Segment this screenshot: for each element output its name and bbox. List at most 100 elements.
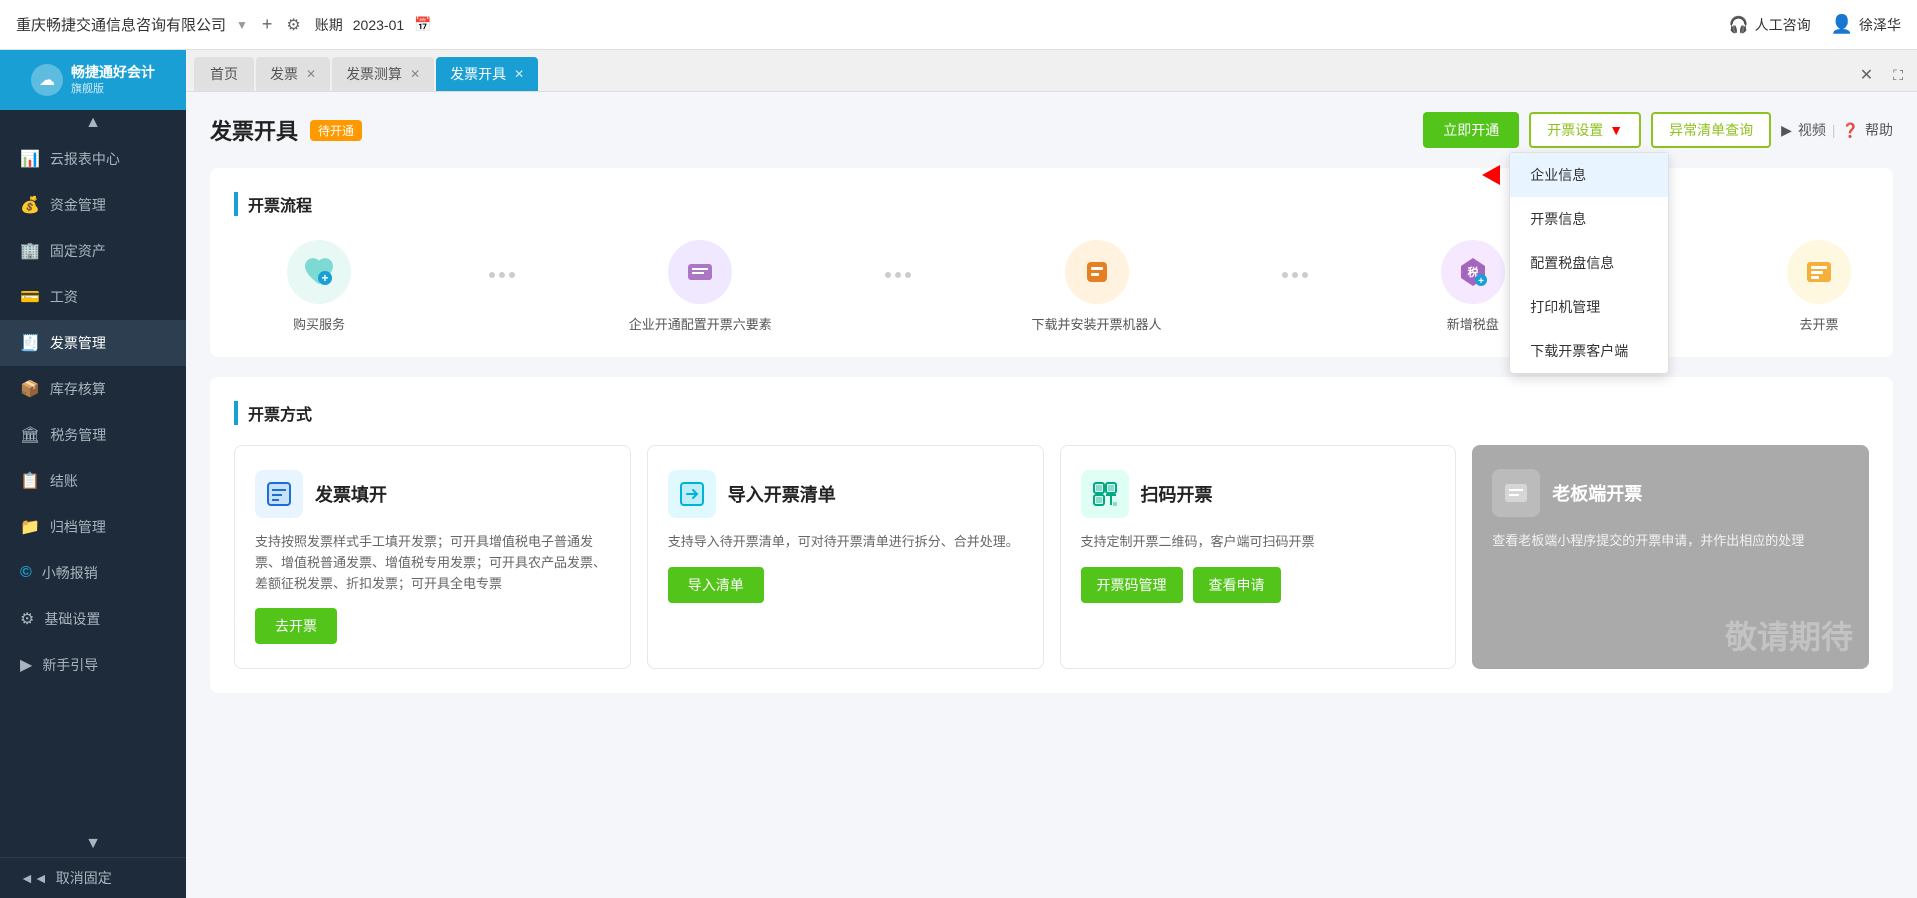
archive-icon: 📁	[20, 517, 40, 537]
abnormal-list-btn[interactable]: 异常清单查询	[1651, 112, 1771, 148]
flow-connector-1	[384, 272, 620, 278]
logo-sub: 旗舰版	[71, 80, 155, 96]
tab-invoice-calc-close[interactable]: ✕	[410, 67, 420, 81]
dropdown-item-company-info[interactable]: 企业信息	[1510, 153, 1668, 197]
red-arrow-icon	[1482, 165, 1500, 185]
settings-btn[interactable]: 开票设置 ▼	[1529, 112, 1641, 148]
topbar-right: 🎧 人工咨询 👤 徐泽华	[1729, 14, 1901, 35]
flow-icon-5	[1787, 240, 1851, 304]
tab-invoice-issue-close[interactable]: ✕	[514, 67, 524, 81]
help-btn[interactable]: 帮助	[1865, 120, 1893, 140]
method-manual-title: 发票填开	[315, 481, 387, 507]
user-avatar-icon: 👤	[1831, 14, 1853, 35]
settings-dropdown-menu: 企业信息 开票信息 配置税盘信息 打印机管理	[1509, 152, 1669, 374]
tab-invoice-issue[interactable]: 发票开具 ✕	[436, 57, 538, 91]
method-manual-desc: 支持按照发票样式手工填开发票；可开具增值税电子普通发票、增值税普通发票、增值税专…	[255, 532, 610, 594]
play-icon[interactable]: ▶	[1781, 122, 1792, 139]
method-import-btn[interactable]: 导入清单	[668, 567, 764, 603]
page-title: 发票开具	[210, 114, 298, 146]
calendar-icon[interactable]: 📅	[414, 16, 431, 33]
method-scan-header: 扫码开票	[1081, 470, 1436, 518]
flow-icon-2	[668, 240, 732, 304]
activate-btn[interactable]: 立即开通	[1423, 112, 1519, 148]
flow-connector-3	[1177, 272, 1413, 278]
methods-section-title: 开票方式	[234, 401, 1869, 425]
topbar-settings-icon[interactable]: ⚙	[286, 15, 300, 35]
sidebar-scroll-down[interactable]: ▼	[0, 831, 186, 857]
company-dropdown-icon[interactable]: ▼	[236, 18, 248, 32]
sidebar-item-tax-mgmt[interactable]: 🏛 税务管理	[0, 412, 186, 458]
dropdown-item-printer-mgmt[interactable]: 打印机管理	[1510, 285, 1668, 329]
flow-step-3: 下载并安装开票机器人	[1017, 240, 1177, 333]
tab-invoice[interactable]: 发票 ✕	[256, 57, 330, 91]
method-import-title: 导入开票清单	[728, 481, 836, 507]
method-scan-btn2[interactable]: 查看申请	[1193, 567, 1281, 603]
tab-invoice-close[interactable]: ✕	[306, 67, 316, 81]
method-scan-icon	[1081, 470, 1129, 518]
page-header: 发票开具 待开通 立即开通 开票设置 ▼	[210, 112, 1893, 148]
content-area: 首页 发票 ✕ 发票测算 ✕ 发票开具 ✕ ✕ ⛶	[186, 50, 1917, 898]
methods-grid: 发票填开 支持按照发票样式手工填开发票；可开具增值税电子普通发票、增值税普通发票…	[234, 445, 1869, 669]
page-title-row: 发票开具 待开通	[210, 114, 362, 146]
tab-home[interactable]: 首页	[194, 57, 254, 91]
method-manual-btn[interactable]: 去开票	[255, 608, 337, 644]
company-name[interactable]: 重庆畅捷交通信息咨询有限公司	[16, 14, 226, 35]
method-card-manual: 发票填开 支持按照发票样式手工填开发票；可开具增值税电子普通发票、增值税普通发票…	[234, 445, 631, 669]
page-content: 发票开具 待开通 立即开通 开票设置 ▼	[186, 92, 1917, 898]
method-boss-title: 老板端开票	[1552, 480, 1642, 506]
page-actions: 立即开通 开票设置 ▼ 企业信息	[1423, 112, 1893, 148]
sidebar-item-basic-settings[interactable]: ⚙ 基础设置	[0, 596, 186, 642]
flow-connector-2	[780, 272, 1016, 278]
help-links: ▶ 视频 | ❓ 帮助	[1781, 120, 1893, 140]
method-card-boss: 老板端开票 查看老板端小程序提交的开票申请，并作出相应的处理 敬请期待	[1472, 445, 1869, 669]
support-btn[interactable]: 🎧 人工咨询	[1729, 15, 1811, 35]
method-manual-icon	[255, 470, 303, 518]
settings-dropdown-container: 开票设置 ▼ 企业信息	[1529, 112, 1641, 148]
sidebar-scroll-up[interactable]: ▲	[0, 110, 186, 136]
method-scan-btn1[interactable]: 开票码管理	[1081, 567, 1183, 603]
settlement-icon: 📋	[20, 471, 40, 491]
sidebar-item-cloud-report[interactable]: 📊 云报表中心	[0, 136, 186, 182]
method-boss-icon	[1492, 469, 1540, 517]
method-scan-desc: 支持定制开票二维码，客户端可扫码开票	[1081, 532, 1436, 553]
topbar-add-icon[interactable]: +	[258, 14, 277, 35]
sidebar-item-invoice-mgmt[interactable]: 🧾 发票管理	[0, 320, 186, 366]
method-import-desc: 支持导入待开票清单，可对待开票清单进行拆分、合并处理。	[668, 532, 1023, 553]
dropdown-item-invoice-info[interactable]: 开票信息	[1510, 197, 1668, 241]
expand-tab-btn[interactable]: ⛶	[1887, 65, 1909, 86]
tax-icon: 🏛	[20, 425, 40, 445]
sidebar-item-fixed-assets[interactable]: 🏢 固定资产	[0, 228, 186, 274]
sidebar-item-archive[interactable]: 📁 归档管理	[0, 504, 186, 550]
tab-invoice-calc[interactable]: 发票测算 ✕	[332, 57, 434, 91]
method-scan-title: 扫码开票	[1141, 481, 1213, 507]
flow-step-2: 企业开通配置开票六要素	[620, 240, 780, 333]
method-card-scan: 扫码开票 支持定制开票二维码，客户端可扫码开票 开票码管理 查看申请	[1060, 445, 1457, 669]
sidebar-item-xiaochange[interactable]: © 小畅报销	[0, 550, 186, 596]
inventory-icon: 📦	[20, 379, 40, 399]
fixed-assets-icon: 🏢	[20, 241, 40, 261]
tab-bar-actions: ✕ ⛶	[1854, 63, 1909, 91]
tab-bar: 首页 发票 ✕ 发票测算 ✕ 发票开具 ✕ ✕ ⛶	[186, 50, 1917, 92]
period-value: 2023-01	[353, 17, 404, 33]
sidebar-item-inventory[interactable]: 📦 库存核算	[0, 366, 186, 412]
help-circle-icon: ❓	[1842, 122, 1859, 139]
sidebar-item-settlement[interactable]: 📋 结账	[0, 458, 186, 504]
svg-text:+: +	[321, 271, 328, 285]
main-layout: ☁ 畅捷通好会计 旗舰版 ▲ 📊 云报表中心 💰 资金管理 🏢 固定资产	[0, 50, 1917, 898]
sidebar-item-salary[interactable]: 💳 工资	[0, 274, 186, 320]
user-info[interactable]: 👤 徐泽华	[1831, 14, 1901, 35]
method-import-header: 导入开票清单	[668, 470, 1023, 518]
guide-icon: ▶	[20, 655, 32, 675]
dropdown-item-tax-disk-config[interactable]: 配置税盘信息	[1510, 241, 1668, 285]
dropdown-item-download-client[interactable]: 下载开票客户端	[1510, 329, 1668, 373]
video-btn[interactable]: 视频	[1798, 120, 1826, 140]
method-boss-desc: 查看老板端小程序提交的开票申请，并作出相应的处理	[1492, 531, 1849, 552]
headset-icon: 🎧	[1729, 15, 1749, 35]
flow-icon-4: 税 +	[1441, 240, 1505, 304]
methods-section: 开票方式	[210, 377, 1893, 693]
sidebar-item-fund-mgmt[interactable]: 💰 资金管理	[0, 182, 186, 228]
method-manual-header: 发票填开	[255, 470, 610, 518]
close-tab-btn[interactable]: ✕	[1854, 63, 1879, 87]
sidebar-item-new-user-guide[interactable]: ▶ 新手引导	[0, 642, 186, 688]
sidebar-unpin-btn[interactable]: ◄◄ 取消固定	[0, 857, 186, 898]
